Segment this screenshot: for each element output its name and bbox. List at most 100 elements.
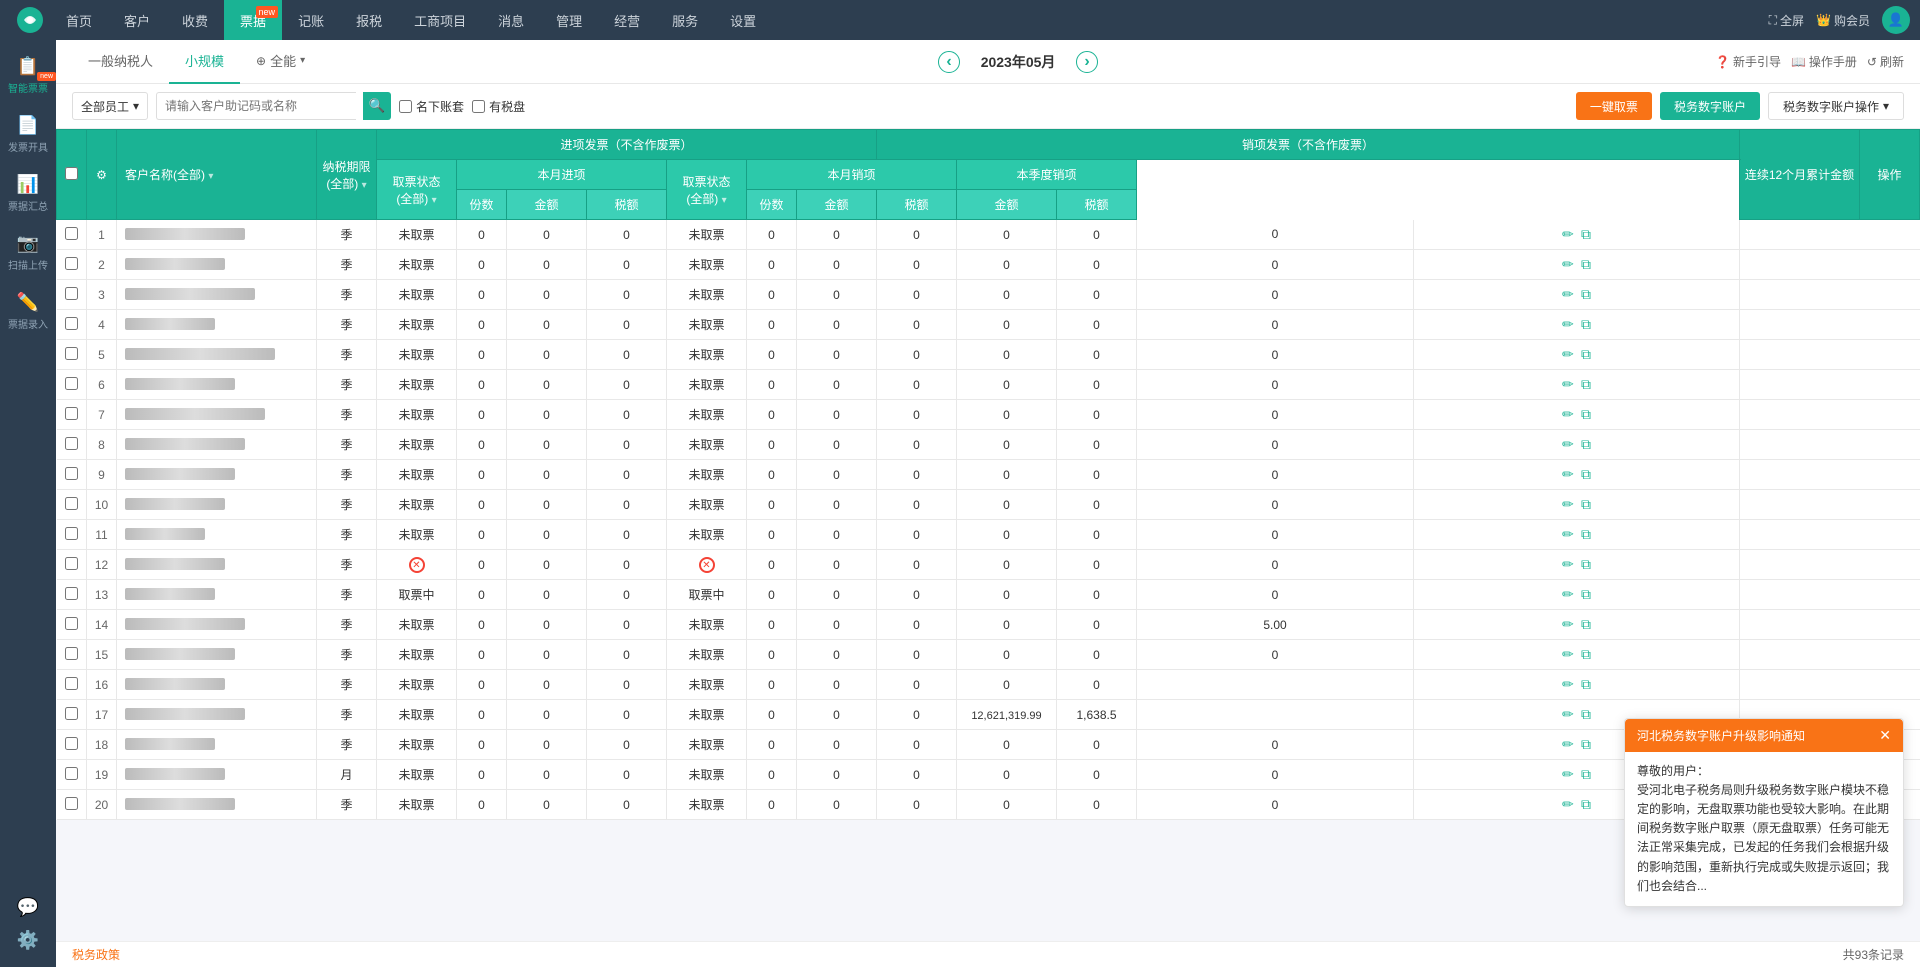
edit-btn[interactable]: ✏ [1562,436,1574,452]
edit-btn[interactable]: ✏ [1562,706,1574,722]
nav-tax[interactable]: 报税 [340,0,398,40]
tab-all[interactable]: ⊕ 全能 ▾ [240,40,321,84]
copy-btn[interactable]: ⧉ [1581,466,1591,482]
search-button[interactable]: 🔍 [363,92,391,120]
sidebar-item-open-invoice[interactable]: 📄 发票开具 [2,107,54,162]
row-checkbox[interactable] [65,767,78,780]
fullscreen-btn[interactable]: ⛶ 全屏 [1769,12,1804,29]
copy-btn[interactable]: ⧉ [1581,556,1591,572]
edit-btn[interactable]: ✏ [1562,526,1574,542]
sidebar-item-invoice-summary[interactable]: 📊 票据汇总 [2,166,54,221]
customer-filter-icon[interactable]: ▾ [208,171,213,182]
nav-fee[interactable]: 收费 [166,0,224,40]
copy-btn[interactable]: ⧉ [1581,286,1591,302]
row-checkbox[interactable] [65,617,78,630]
nav-settings[interactable]: 设置 [714,0,772,40]
edit-btn[interactable]: ✏ [1562,256,1574,272]
row-checkbox[interactable] [65,647,78,660]
edit-btn[interactable]: ✏ [1562,496,1574,512]
nav-invoice[interactable]: 票据 new [224,0,282,40]
manual-btn[interactable]: 📖 操作手册 [1791,53,1857,70]
sidebar-bottom-icon2[interactable]: ⚙️ [17,930,39,951]
tax-digital-account-action-btn[interactable]: 税务数字账户操作 ▾ [1768,92,1904,120]
in-status-filter-icon[interactable]: ▾ [432,195,437,206]
row-checkbox[interactable] [65,737,78,750]
tab-small-scale[interactable]: 小规模 [169,40,240,84]
nav-message[interactable]: 消息 [482,0,540,40]
copy-btn[interactable]: ⧉ [1581,526,1591,542]
copy-btn[interactable]: ⧉ [1581,766,1591,782]
row-checkbox[interactable] [65,707,78,720]
nav-customer[interactable]: 客户 [108,0,166,40]
row-checkbox[interactable] [65,407,78,420]
row-checkbox[interactable] [65,797,78,810]
edit-btn[interactable]: ✏ [1562,556,1574,572]
nav-manage[interactable]: 管理 [540,0,598,40]
copy-btn[interactable]: ⧉ [1581,646,1591,662]
edit-btn[interactable]: ✏ [1562,286,1574,302]
tab-general-taxpayer[interactable]: 一般纳税人 [72,40,169,84]
row-checkbox[interactable] [65,377,78,390]
edit-btn[interactable]: ✏ [1562,616,1574,632]
copy-btn[interactable]: ⧉ [1581,256,1591,272]
row-checkbox[interactable] [65,317,78,330]
row-checkbox[interactable] [65,527,78,540]
copy-btn[interactable]: ⧉ [1581,406,1591,422]
copy-btn[interactable]: ⧉ [1581,316,1591,332]
row-checkbox[interactable] [65,437,78,450]
select-all-checkbox[interactable] [65,167,78,180]
edit-btn[interactable]: ✏ [1562,586,1574,602]
prev-period-btn[interactable]: ‹ [938,51,960,73]
sidebar-item-invoice-entry[interactable]: ✏️ 票据录入 [2,284,54,339]
sidebar-item-scan-upload[interactable]: 📷 扫描上传 [2,225,54,280]
row-checkbox[interactable] [65,287,78,300]
search-input[interactable] [165,99,348,113]
edit-btn[interactable]: ✏ [1562,676,1574,692]
row-checkbox[interactable] [65,677,78,690]
copy-btn[interactable]: ⧉ [1581,736,1591,752]
row-checkbox[interactable] [65,497,78,510]
tax-policy-link[interactable]: 税务政策 [72,946,120,963]
nav-business[interactable]: 工商项目 [398,0,482,40]
logo[interactable] [10,0,50,40]
sidebar-bottom-icon1[interactable]: 💬 [17,897,39,918]
copy-btn[interactable]: ⧉ [1581,346,1591,362]
row-checkbox[interactable] [65,557,78,570]
one-click-fetch-btn[interactable]: 一键取票 [1576,92,1652,120]
nav-service[interactable]: 服务 [656,0,714,40]
edit-btn[interactable]: ✏ [1562,406,1574,422]
employee-filter[interactable]: 全部员工 ▾ [72,92,148,120]
copy-btn[interactable]: ⧉ [1581,376,1591,392]
guide-btn[interactable]: ❓ 新手引导 [1715,53,1781,70]
row-checkbox[interactable] [65,347,78,360]
row-checkbox[interactable] [65,587,78,600]
copy-btn[interactable]: ⧉ [1581,226,1591,242]
sidebar-item-smart-invoice[interactable]: 📋 智能票票 new [2,48,54,103]
has-tax-disk-checkbox[interactable] [472,100,485,113]
has-tax-disk-checkbox-label[interactable]: 有税盘 [472,98,525,115]
notification-close-btn[interactable]: ✕ [1879,727,1891,744]
copy-btn[interactable]: ⧉ [1581,496,1591,512]
refresh-btn[interactable]: ↺ 刷新 [1867,53,1904,70]
edit-btn[interactable]: ✏ [1562,316,1574,332]
settings-icon[interactable]: ⚙ [96,168,107,182]
copy-btn[interactable]: ⧉ [1581,586,1591,602]
copy-btn[interactable]: ⧉ [1581,706,1591,722]
edit-btn[interactable]: ✏ [1562,466,1574,482]
member-btn[interactable]: 👑 购会员 [1816,12,1870,29]
row-checkbox[interactable] [65,227,78,240]
copy-btn[interactable]: ⧉ [1581,676,1591,692]
edit-btn[interactable]: ✏ [1562,736,1574,752]
copy-btn[interactable]: ⧉ [1581,616,1591,632]
edit-btn[interactable]: ✏ [1562,766,1574,782]
tax-period-filter-icon[interactable]: ▾ [362,180,367,191]
out-status-filter-icon[interactable]: ▾ [722,195,727,206]
copy-btn[interactable]: ⧉ [1581,436,1591,452]
row-checkbox[interactable] [65,257,78,270]
edit-btn[interactable]: ✏ [1562,796,1574,812]
nav-operation[interactable]: 经营 [598,0,656,40]
edit-btn[interactable]: ✏ [1562,376,1574,392]
next-period-btn[interactable]: › [1076,51,1098,73]
under-account-checkbox-label[interactable]: 名下账套 [399,98,464,115]
nav-home[interactable]: 首页 [50,0,108,40]
